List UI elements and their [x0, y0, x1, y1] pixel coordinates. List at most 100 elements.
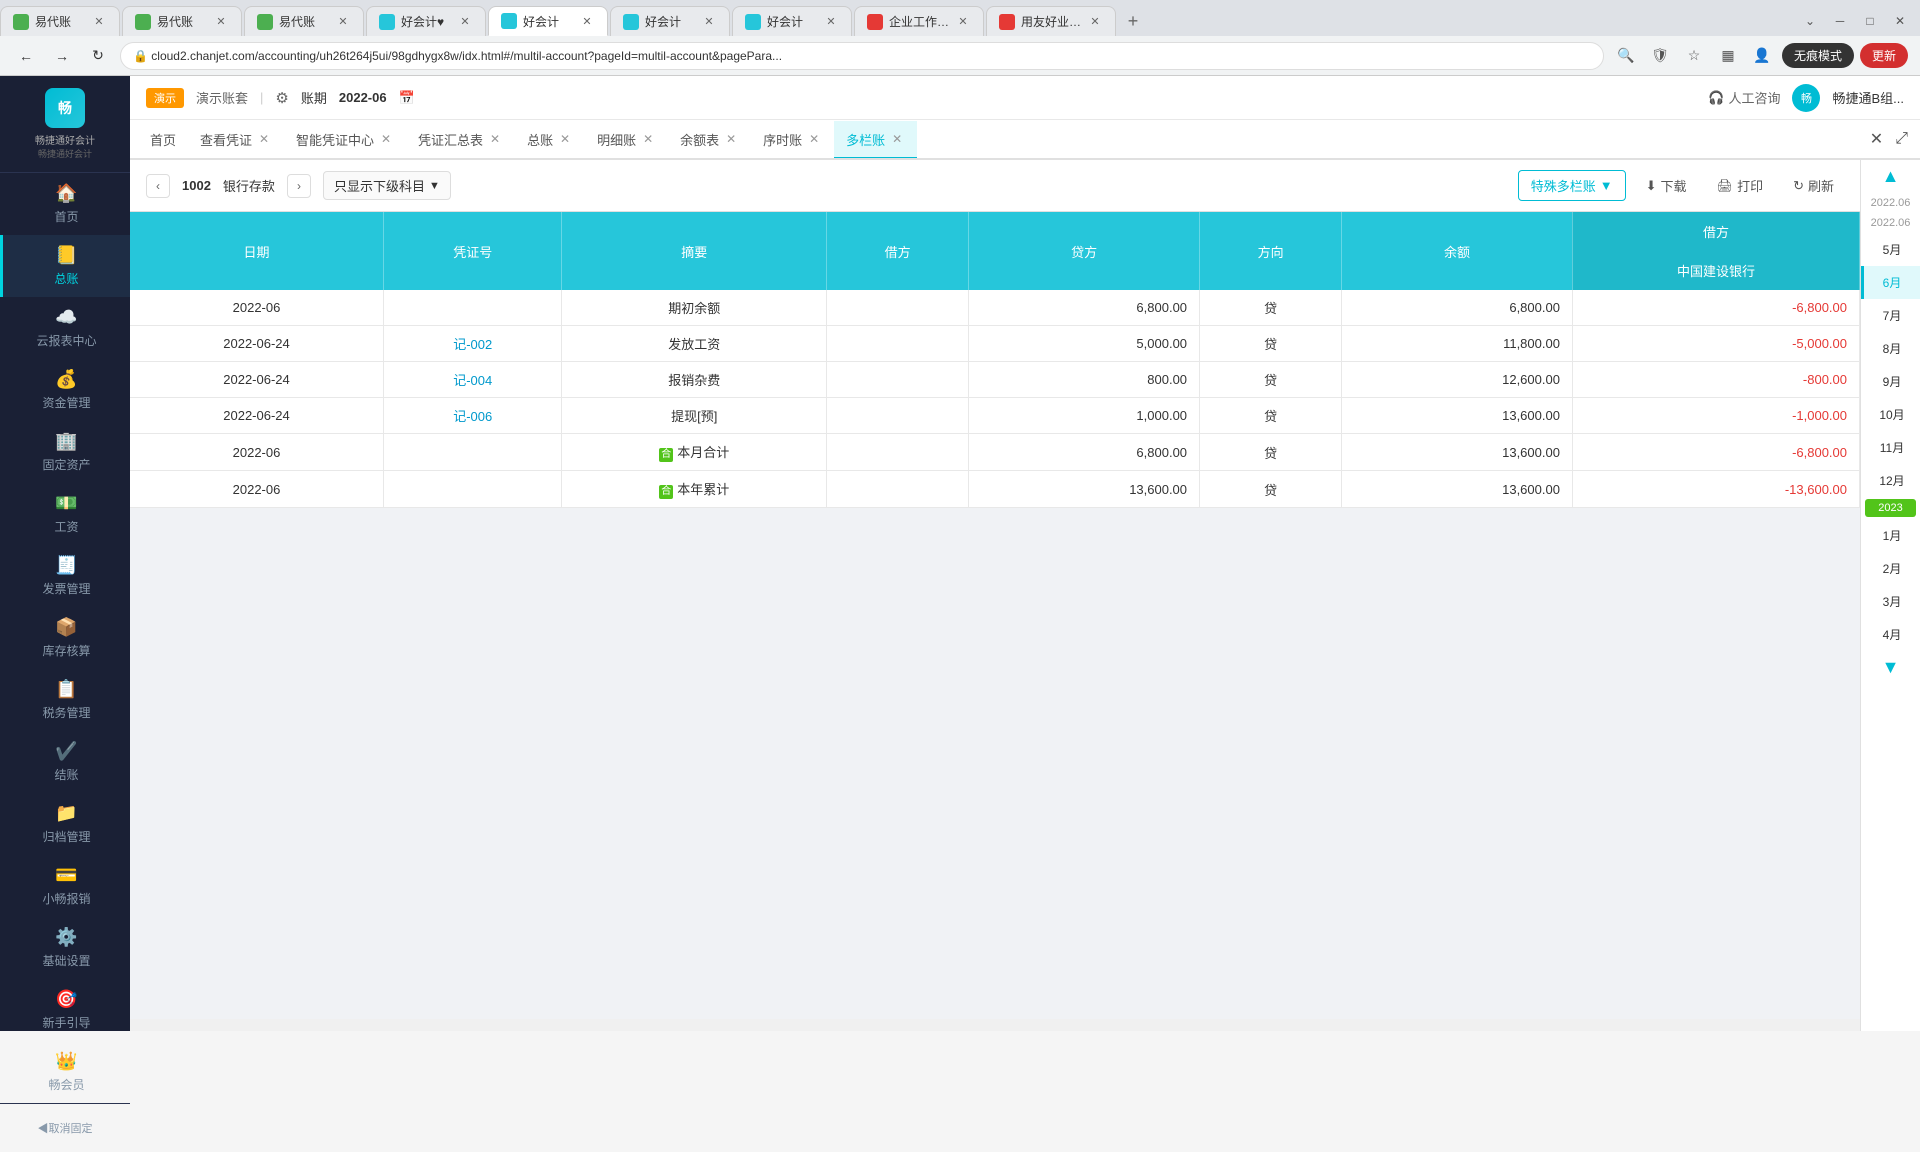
sidebar-item-invoice[interactable]: 🧾 发票管理	[0, 545, 130, 607]
month-item[interactable]: 11月	[1861, 431, 1920, 464]
browser-tab-1[interactable]: 易代账 ✕	[0, 6, 120, 36]
sub-filter-dropdown[interactable]: 只显示下级科目 ▼	[323, 171, 451, 200]
month-item[interactable]: 12月	[1861, 464, 1920, 497]
month-item-2023[interactable]: 2月	[1861, 552, 1920, 585]
browser-tab-9[interactable]: 用友好业… ✕	[986, 6, 1116, 36]
maximize-button[interactable]: □	[1858, 9, 1882, 33]
month-item-2023[interactable]: 4月	[1861, 618, 1920, 651]
tab-home[interactable]: 首页	[138, 121, 188, 159]
tab-smart-voucher-close[interactable]: ✕	[378, 131, 394, 147]
star-icon[interactable]: ☆	[1680, 42, 1708, 70]
browser-tab-4[interactable]: 好会计♥ ✕	[366, 6, 486, 36]
wuhen-button[interactable]: 无痕模式	[1782, 43, 1854, 68]
voucher-link[interactable]: 记-004	[384, 362, 562, 398]
period-value[interactable]: 2022-06	[339, 90, 387, 105]
sidebar-item-archive[interactable]: 📁 归档管理	[0, 793, 130, 855]
sidebar-item-expense[interactable]: 💳 小畅报销	[0, 855, 130, 917]
minimize-button[interactable]: ─	[1828, 9, 1852, 33]
tab-view-voucher-close[interactable]: ✕	[256, 131, 272, 147]
sidebar-item-inventory[interactable]: 📦 库存核算	[0, 607, 130, 669]
tab-sequence[interactable]: 序时账 ✕	[751, 121, 834, 159]
tab-balance[interactable]: 余额表 ✕	[668, 121, 751, 159]
tab-close-8[interactable]: ✕	[955, 14, 971, 30]
months-panel: ▲ 2022.06 2022.06 5月6月7月8月9月10月11月12月202…	[1860, 160, 1920, 1031]
sidebar-item-funds[interactable]: 💰 资金管理	[0, 359, 130, 421]
next-account-button[interactable]: ›	[287, 174, 311, 198]
month-item-2023[interactable]: 1月	[1861, 519, 1920, 552]
tab-voucher-summary[interactable]: 凭证汇总表 ✕	[406, 121, 515, 159]
tab-close-5[interactable]: ✕	[579, 13, 595, 29]
sidebar-item-settings[interactable]: ⚙️ 基础设置	[0, 917, 130, 979]
tab-close-1[interactable]: ✕	[91, 14, 107, 30]
tab-balance-close[interactable]: ✕	[723, 131, 739, 147]
sidebar-item-member[interactable]: 👑 畅会员	[0, 1041, 130, 1103]
tab-smart-voucher[interactable]: 智能凭证中心 ✕	[284, 121, 406, 159]
browser-tab-6[interactable]: 好会计 ✕	[610, 6, 730, 36]
sidebar-item-guide[interactable]: 🎯 新手引导	[0, 979, 130, 1041]
sidebar-item-report[interactable]: ☁️ 云报表中心	[0, 297, 130, 359]
tab-general-ledger[interactable]: 总账 ✕	[515, 121, 585, 159]
back-button[interactable]: ←	[12, 42, 40, 70]
month-item[interactable]: 7月	[1861, 299, 1920, 332]
consultant-button[interactable]: 🎧 人工咨询	[1708, 88, 1780, 107]
tab-sequence-close[interactable]: ✕	[806, 131, 822, 147]
url-input[interactable]: 🔒 cloud2.chanjet.com/accounting/uh26t264…	[120, 42, 1604, 70]
tab-detail-ledger-close[interactable]: ✕	[640, 131, 656, 147]
voucher-link[interactable]: 记-002	[384, 326, 562, 362]
account-settings-icon[interactable]: ⚙	[275, 89, 288, 107]
tab-close-4[interactable]: ✕	[457, 14, 473, 30]
prev-account-button[interactable]: ‹	[146, 174, 170, 198]
pin-button[interactable]: ◀取消固定	[0, 1112, 130, 1144]
shield-icon[interactable]: 🛡	[1646, 42, 1674, 70]
new-tab-button[interactable]: +	[1118, 6, 1148, 36]
voucher-link[interactable]: 记-006	[384, 398, 562, 434]
close-button[interactable]: ✕	[1888, 9, 1912, 33]
browser-tab-2[interactable]: 易代账 ✕	[122, 6, 242, 36]
sidebar-item-ledger[interactable]: 📒 总账	[0, 235, 130, 297]
month-item[interactable]: 8月	[1861, 332, 1920, 365]
print-button[interactable]: 🖨 打印	[1707, 171, 1774, 200]
tab-general-ledger-close[interactable]: ✕	[557, 131, 573, 147]
browser-tab-7[interactable]: 好会计 ✕	[732, 6, 852, 36]
download-button[interactable]: ⬇ 下载	[1636, 171, 1697, 200]
sidebar-item-assets[interactable]: 🏢 固定资产	[0, 421, 130, 483]
refresh-button[interactable]: ↻ 刷新	[1783, 171, 1844, 200]
months-scroll-down[interactable]: ▼	[1861, 651, 1920, 684]
tab-close-3[interactable]: ✕	[335, 14, 351, 30]
tab-close-6[interactable]: ✕	[701, 14, 717, 30]
calendar-icon[interactable]: 📅	[399, 90, 415, 106]
refresh-button[interactable]: ↻	[84, 42, 112, 70]
sidebar-item-tax[interactable]: 📋 税务管理	[0, 669, 130, 731]
close-panel-icon[interactable]: ✕	[1866, 125, 1887, 153]
month-item[interactable]: 10月	[1861, 398, 1920, 431]
tab-view-voucher[interactable]: 查看凭证 ✕	[188, 121, 284, 159]
sidebar-item-closing[interactable]: ✔️ 结账	[0, 731, 130, 793]
tab-close-9[interactable]: ✕	[1087, 14, 1103, 30]
sidebar-item-salary[interactable]: 💵 工资	[0, 483, 130, 545]
sidebar-item-home[interactable]: 🏠 首页	[0, 173, 130, 235]
browser-tab-8[interactable]: 企业工作… ✕	[854, 6, 984, 36]
browser-tab-3[interactable]: 易代账 ✕	[244, 6, 364, 36]
month-item[interactable]: 5月	[1861, 233, 1920, 266]
tab-close-2[interactable]: ✕	[213, 14, 229, 30]
horizontal-scrollbar[interactable]	[130, 1019, 1860, 1031]
tab-detail-ledger[interactable]: 明细账 ✕	[585, 121, 668, 159]
special-ledger-button[interactable]: 特殊多栏账 ▼	[1518, 170, 1626, 201]
month-item-2023[interactable]: 3月	[1861, 585, 1920, 618]
tab-voucher-summary-close[interactable]: ✕	[487, 131, 503, 147]
tab-close-7[interactable]: ✕	[823, 14, 839, 30]
tab-list-button[interactable]: ⌄	[1798, 9, 1822, 33]
sidebar-toggle-icon[interactable]: ▦	[1714, 42, 1742, 70]
profile-icon[interactable]: 👤	[1748, 42, 1776, 70]
update-button[interactable]: 更新	[1860, 43, 1908, 68]
tab-multi-column[interactable]: 多栏账 ✕	[834, 121, 917, 159]
search-icon[interactable]: 🔍	[1612, 42, 1640, 70]
expand-panel-icon[interactable]: ⤢	[1891, 126, 1912, 152]
forward-button[interactable]: →	[48, 42, 76, 70]
month-item[interactable]: 9月	[1861, 365, 1920, 398]
sidebar-label-invoice: 发票管理	[42, 580, 90, 597]
browser-tab-5[interactable]: 好会计 ✕	[488, 6, 608, 36]
month-item[interactable]: 6月	[1861, 266, 1920, 299]
months-scroll-up[interactable]: ▲	[1861, 160, 1920, 193]
tab-multi-column-close[interactable]: ✕	[889, 131, 905, 147]
